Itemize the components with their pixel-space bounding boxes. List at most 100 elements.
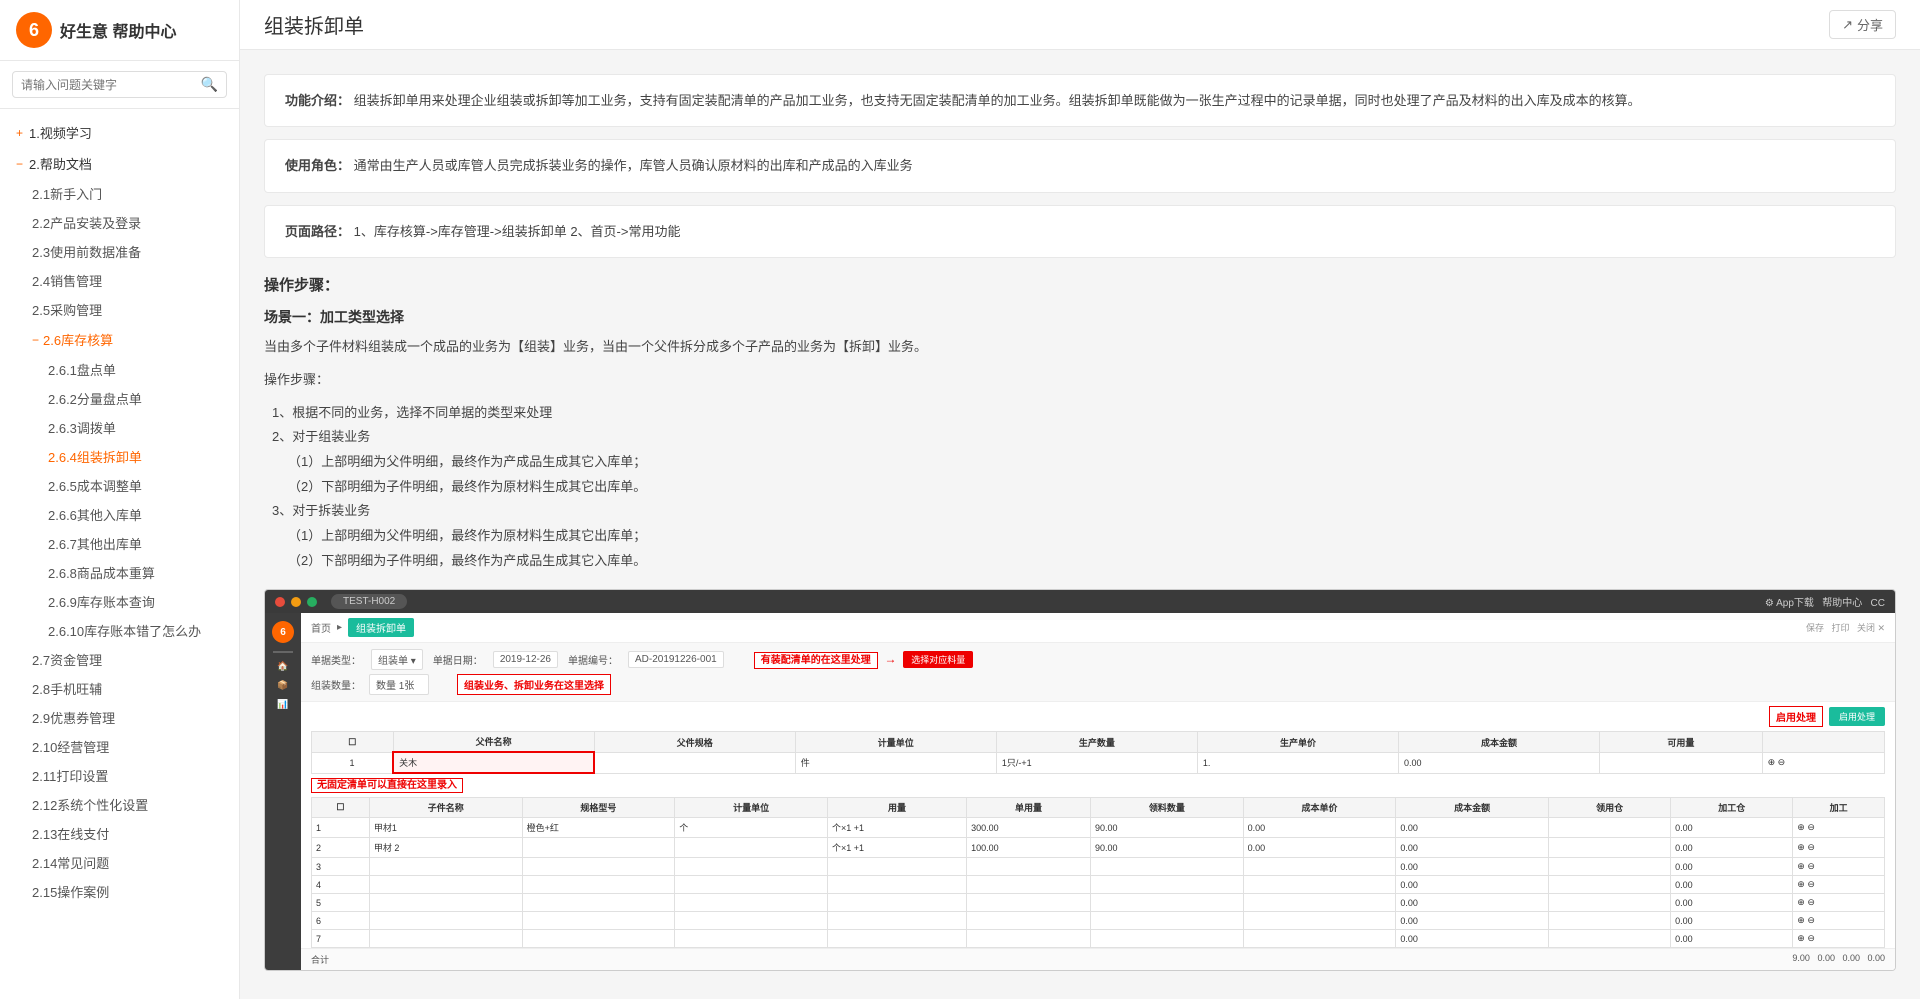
td-child-fromwh-3: [1549, 858, 1671, 876]
td-child-uusage-5: [967, 894, 1091, 912]
td-child-cprice-1: 0.00: [1243, 818, 1396, 838]
sidebar-item-videos[interactable]: + 1.视频学习: [0, 117, 239, 148]
expand-icon-videos: +: [16, 126, 23, 140]
td-child-towh-7: 0.00: [1671, 930, 1793, 948]
sidebar-item-2-6-9[interactable]: 2.6.9库存账本查询: [0, 587, 239, 616]
td-child-pickqty-3: [1090, 858, 1243, 876]
sidebar-item-2-8[interactable]: 2.8手机旺辅: [0, 674, 239, 703]
td-child-ops-7: ⊕ ⊖: [1793, 930, 1885, 948]
td-child-usage-6: [827, 912, 966, 930]
th-parent-name: 父件名称: [393, 732, 594, 753]
td-child-usage-7: [827, 930, 966, 948]
inner-nav-home: 首页: [311, 620, 331, 635]
td-child-usage-3: [827, 858, 966, 876]
td-child-ops-1: ⊕ ⊖: [1793, 818, 1885, 838]
search-box: 🔍: [12, 71, 227, 98]
inner-confirm-btn[interactable]: 选择对应料量: [903, 651, 973, 668]
sidebar-item-2-6-7[interactable]: 2.6.7其他出库单: [0, 529, 239, 558]
td-parent-price-1: 1.: [1197, 752, 1398, 773]
td-child-ops-3: ⊕ ⊖: [1793, 858, 1885, 876]
sidebar-item-2-11[interactable]: 2.11打印设置: [0, 761, 239, 790]
steps-title: 操作步骤：: [264, 368, 1896, 393]
search-area: 🔍: [0, 61, 239, 109]
inner-child-header-row: ☐ 子件名称 规格型号 计量单位 用量 单用量 领料数量 成本单价 成本金额: [312, 798, 1885, 818]
sidebar-item-2-6-2[interactable]: 2.6.2分量盘点单: [0, 384, 239, 413]
sidebar-item-2-6-6[interactable]: 2.6.6其他入库单: [0, 500, 239, 529]
td-child-fromwh-4: [1549, 876, 1671, 894]
sidebar-item-2-3[interactable]: 2.3使用前数据准备: [0, 237, 239, 266]
page-title: 组装拆卸单: [264, 10, 364, 39]
sidebar-item-2-9[interactable]: 2.9优惠券管理: [0, 703, 239, 732]
sidebar-item-2-2[interactable]: 2.2产品安装及登录: [0, 208, 239, 237]
th-child-unit-usage: 单用量: [967, 798, 1091, 818]
td-child-name-5: [369, 894, 522, 912]
td-child-uusage-7: [967, 930, 1091, 948]
main-content: 组装拆卸单 ↗ 分享 功能介绍： 组装拆卸单用来处理企业组装或拆卸等加工业务，支…: [240, 0, 1920, 999]
td-child-spec-4: [522, 876, 675, 894]
inner-child-row-4: 4 0.00: [312, 876, 1885, 894]
inner-active-module: 组装拆卸单: [348, 618, 414, 637]
inner-footer-total-label: 合计: [311, 953, 329, 966]
inner-form-row1: 单据类型： 组装单 ▾ 单据日期： 2019-12-26 单据编号： AD-20…: [311, 649, 1885, 670]
step3-sub1: （1）上部明细为父件明细，最终作为原材料生成其它出库单；: [288, 524, 1896, 549]
step2-sub2: （2）下部明细为子件明细，最终作为原材料生成其它出库单。: [288, 475, 1896, 500]
sidebar-item-2-6-5[interactable]: 2.6.5成本调整单: [0, 471, 239, 500]
td-child-num-6: 6: [312, 912, 370, 930]
sidebar-item-2-6-8[interactable]: 2.6.8商品成本重算: [0, 558, 239, 587]
annotation1-area: 有装配清单的在这里处理 → 选择对应料量: [754, 651, 974, 668]
role-block: 使用角色： 通常由生产人员或库管人员完成拆装业务的操作，库管人员确认原材料的出库…: [264, 139, 1896, 192]
td-child-camt-2: 0.00: [1396, 838, 1549, 858]
td-parent-name-1: 关木: [393, 752, 594, 773]
sidebar-item-2-5[interactable]: 2.5采购管理: [0, 295, 239, 324]
search-input[interactable]: [21, 78, 201, 92]
sidebar-item-2-6-4[interactable]: 2.6.4组装拆卸单: [0, 442, 239, 471]
expand-icon-docs: −: [16, 157, 23, 171]
td-child-unit-3: [675, 858, 828, 876]
sidebar-item-2-6-1[interactable]: 2.6.1盘点单: [0, 355, 239, 384]
share-button[interactable]: ↗ 分享: [1829, 10, 1896, 39]
td-child-towh-1: 0.00: [1671, 818, 1793, 838]
annotation3-text: 启用处理: [1769, 706, 1823, 727]
content-area: 功能介绍： 组装拆卸单用来处理企业组装或拆卸等加工业务，支持有固定装配清单的产品…: [240, 50, 1920, 999]
sidebar-item-2-4[interactable]: 2.4销售管理: [0, 266, 239, 295]
sidebar-item-2-6-10[interactable]: 2.6.10库存账本错了怎么办: [0, 616, 239, 645]
td-child-name-3: [369, 858, 522, 876]
td-child-pickqty-4: [1090, 876, 1243, 894]
sidebar-item-2-6-3[interactable]: 2.6.3调拨单: [0, 413, 239, 442]
inner-date-label: 单据日期：: [433, 652, 483, 667]
inner-doc-type-label: 单据类型：: [311, 652, 361, 667]
sidebar-item-2-13[interactable]: 2.13在线支付: [0, 819, 239, 848]
sidebar-item-2-14[interactable]: 2.14常见问题: [0, 848, 239, 877]
top-bar: 组装拆卸单 ↗ 分享: [240, 0, 1920, 50]
sidebar-item-2-12[interactable]: 2.12系统个性化设置: [0, 790, 239, 819]
td-child-towh-2: 0.00: [1671, 838, 1793, 858]
search-icon[interactable]: 🔍: [201, 76, 218, 93]
sidebar-item-2-15[interactable]: 2.15操作案例: [0, 877, 239, 906]
share-label: 分享: [1857, 15, 1883, 34]
inner-child-row-7: 7 0.00: [312, 930, 1885, 948]
th-child-cost-amt: 成本金额: [1396, 798, 1549, 818]
th-checkbox: ☐: [312, 732, 394, 753]
th-child-cost-price: 成本单价: [1243, 798, 1396, 818]
sidebar-item-2-1[interactable]: 2.1新手入门: [0, 179, 239, 208]
inner-process-btn[interactable]: 启用处理: [1829, 707, 1885, 726]
td-child-cprice-6: [1243, 912, 1396, 930]
td-child-spec-1: 橙色+红: [522, 818, 675, 838]
sidebar-item-2-6[interactable]: − 2.6库存核算: [0, 324, 239, 355]
td-child-num-4: 4: [312, 876, 370, 894]
inner-qty-label: 组装数量：: [311, 677, 361, 692]
sidebar-item-docs[interactable]: − 2.帮助文档: [0, 148, 239, 179]
sidebar-item-2-10[interactable]: 2.10经营管理: [0, 732, 239, 761]
app-chrome: TEST-H002 ⚙ App下载 帮助中心 CC: [265, 590, 1895, 613]
td-child-camt-5: 0.00: [1396, 894, 1549, 912]
role-text: 通常由生产人员或库管人员完成拆装业务的操作，库管人员确认原材料的出库和产成品的入…: [354, 158, 913, 173]
td-child-pickqty-2: 90.00: [1090, 838, 1243, 858]
sidebar-item-docs-label: 2.帮助文档: [29, 154, 92, 173]
td-child-uusage-4: [967, 876, 1091, 894]
inner-nav-icon-2: 📦: [277, 680, 288, 691]
inner-logo: 6: [272, 621, 294, 643]
step3: 3、对于拆装业务: [272, 499, 1896, 524]
sidebar-item-2-7[interactable]: 2.7资金管理: [0, 645, 239, 674]
th-child-name: 子件名称: [369, 798, 522, 818]
th-ops: [1762, 732, 1884, 753]
